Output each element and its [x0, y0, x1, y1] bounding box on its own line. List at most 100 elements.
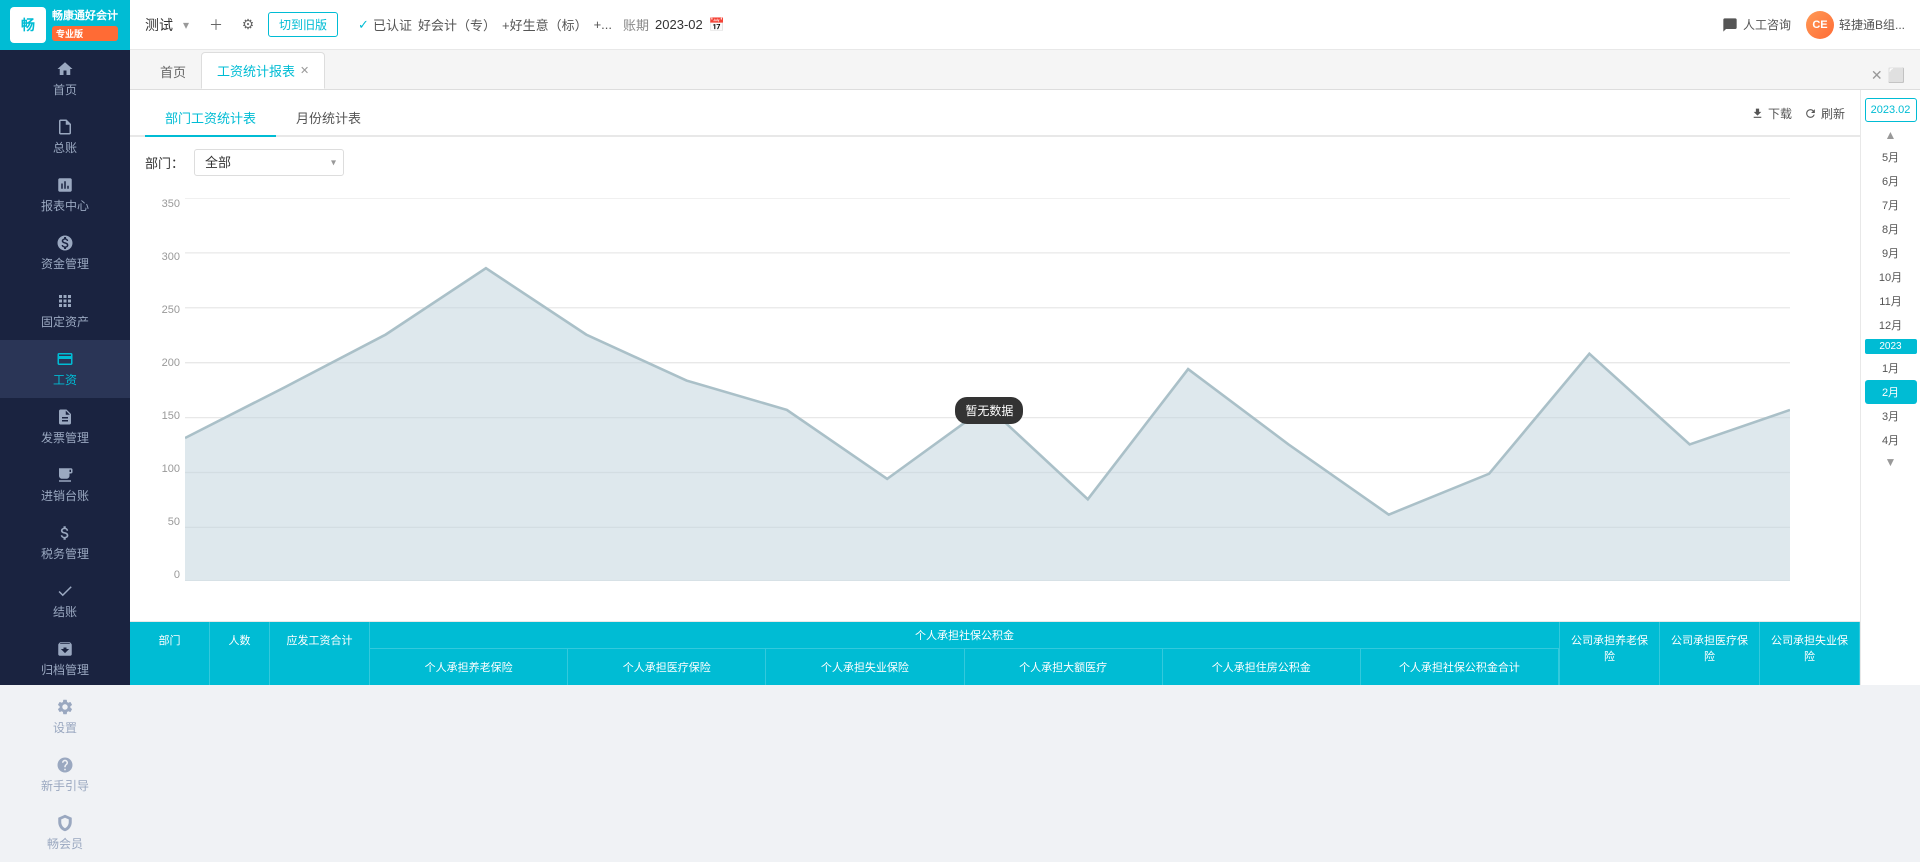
- panel-nav-down[interactable]: ▼: [1882, 452, 1900, 472]
- sidebar: 畅 畅康通好会计 专业版 首页 总账 报表中心 资金管理 固定资产 工资 发票管…: [0, 0, 130, 685]
- panel-close-icon[interactable]: ✕: [1871, 67, 1883, 84]
- th-total-salary: 应发工资合计: [270, 622, 370, 685]
- assets-icon: [56, 292, 74, 310]
- sidebar-item-vip[interactable]: 畅会员: [0, 804, 130, 862]
- reports-icon: [56, 176, 74, 194]
- month-12[interactable]: 12月: [1865, 313, 1917, 337]
- sidebar-item-invoice[interactable]: 发票管理: [0, 398, 130, 456]
- refresh-icon: [1804, 107, 1817, 120]
- tab-home[interactable]: 首页: [145, 54, 201, 89]
- user-avatar: CE: [1806, 11, 1834, 39]
- home-icon: [56, 60, 74, 78]
- y-label-300: 300: [162, 251, 180, 263]
- th-personal-pension: 个人承担养老保险: [370, 649, 568, 685]
- settings-topbar-button[interactable]: ⚙: [236, 13, 260, 37]
- sidebar-item-settings[interactable]: 设置: [0, 688, 130, 746]
- month-1[interactable]: 1月: [1865, 356, 1917, 380]
- line-chart-svg: [185, 198, 1790, 581]
- sidebar-item-funds[interactable]: 资金管理: [0, 224, 130, 282]
- refresh-button[interactable]: 刷新: [1804, 105, 1845, 122]
- switch-old-button[interactable]: 切到旧版: [268, 12, 338, 37]
- sidebar-label-checkout: 结账: [53, 603, 77, 620]
- topbar-actions: ＋ ⚙ 切到旧版: [204, 12, 338, 37]
- tab-close-icon[interactable]: ✕: [300, 64, 309, 77]
- dept-filter-label: 部门：: [145, 153, 184, 172]
- sub-tabs: 部门工资统计表 月份统计表 下载 刷新: [130, 90, 1860, 137]
- sidebar-item-archive[interactable]: 归档管理: [0, 630, 130, 688]
- month-11[interactable]: 11月: [1865, 289, 1917, 313]
- calendar-icon[interactable]: 📅: [709, 17, 725, 33]
- sidebar-label-home: 首页: [53, 81, 77, 98]
- sidebar-label-assets: 固定资产: [41, 313, 89, 330]
- month-3[interactable]: 3月: [1865, 404, 1917, 428]
- vip-icon: [56, 814, 74, 832]
- right-panel: 2023.02 ▲ 5月 6月 7月 8月 9月 10月 11月 12月 202…: [1860, 90, 1920, 685]
- invoice-icon: [56, 408, 74, 426]
- logo-text: 畅康通好会计: [52, 9, 118, 23]
- th-personal-total: 个人承担社保公积金合计: [1361, 649, 1559, 685]
- sidebar-item-home[interactable]: 首页: [0, 50, 130, 108]
- topbar-status: ✓ 已认证 好会计（专） +好生意（标） +... 账期 2023-02 📅: [358, 15, 725, 34]
- month-7[interactable]: 7月: [1865, 193, 1917, 217]
- sidebar-item-ledger[interactable]: 总账: [0, 108, 130, 166]
- panel-expand-icon[interactable]: ⬜: [1888, 67, 1905, 84]
- content-area: 部门工资统计表 月份统计表 下载 刷新 部: [130, 90, 1920, 685]
- sidebar-item-assets[interactable]: 固定资产: [0, 282, 130, 340]
- sidebar-label-settings: 设置: [53, 719, 77, 736]
- sidebar-label-guide: 新手引导: [41, 777, 89, 794]
- topbar-title: 测试: [145, 15, 173, 35]
- th-personal-housing: 个人承担住房公积金: [1163, 649, 1361, 685]
- sub-tab-month-label: 月份统计表: [296, 111, 361, 126]
- panel-nav-up[interactable]: ▲: [1882, 125, 1900, 145]
- help-icon: [1722, 17, 1738, 33]
- y-axis: 350 300 250 200 150 100 50 0: [145, 198, 180, 581]
- y-label-100: 100: [162, 463, 180, 475]
- check-icon: ✓: [358, 17, 369, 33]
- user-menu[interactable]: CE 轻捷通B组...: [1806, 11, 1905, 39]
- tax-icon: [56, 524, 74, 542]
- sub-tab-month[interactable]: 月份统计表: [276, 100, 381, 137]
- tab-salary-report[interactable]: 工资统计报表 ✕: [201, 52, 325, 89]
- download-button[interactable]: 下载: [1751, 105, 1792, 122]
- sub-tab-dept[interactable]: 部门工资统计表: [145, 100, 276, 137]
- tabbar: 首页 工资统计报表 ✕ ✕ ⬜: [130, 50, 1920, 90]
- sidebar-item-checkout[interactable]: 结账: [0, 572, 130, 630]
- dept-select-wrapper: 全部 财务部 销售部 技术部 ▾: [194, 149, 344, 176]
- tab-salary-label: 工资统计报表: [217, 61, 295, 80]
- y-label-150: 150: [162, 410, 180, 422]
- month-5[interactable]: 5月: [1865, 145, 1917, 169]
- month-10[interactable]: 10月: [1865, 265, 1917, 289]
- salary-icon: [56, 350, 74, 368]
- archive-icon: [56, 640, 74, 658]
- sidebar-item-reports[interactable]: 报表中心: [0, 166, 130, 224]
- settings-icon: [56, 698, 74, 716]
- month-8[interactable]: 8月: [1865, 217, 1917, 241]
- sidebar-item-inventory[interactable]: 进销台账: [0, 456, 130, 514]
- sidebar-item-tax[interactable]: 税务管理: [0, 514, 130, 572]
- sub-tab-actions: 下载 刷新: [1751, 100, 1845, 135]
- sidebar-label-tax: 税务管理: [41, 545, 89, 562]
- th-dept: 部门: [130, 622, 210, 685]
- download-icon: [1751, 107, 1764, 120]
- month-6[interactable]: 6月: [1865, 169, 1917, 193]
- th-group-cols: 个人承担养老保险 个人承担医疗保险 个人承担失业保险 个人承担大额医疗 个人承担…: [370, 649, 1559, 685]
- inventory-icon: [56, 466, 74, 484]
- sidebar-item-salary[interactable]: 工资: [0, 340, 130, 398]
- refresh-label: 刷新: [1821, 105, 1845, 122]
- sidebar-item-guide[interactable]: 新手引导: [0, 746, 130, 804]
- help-btn[interactable]: 人工咨询: [1722, 16, 1791, 33]
- sidebar-logo: 畅 畅康通好会计 专业版: [0, 0, 130, 50]
- download-label: 下载: [1768, 105, 1792, 122]
- y-label-350: 350: [162, 198, 180, 210]
- month-4[interactable]: 4月: [1865, 428, 1917, 452]
- tab-home-label: 首页: [160, 62, 186, 81]
- add-button[interactable]: ＋: [204, 13, 228, 37]
- dropdown-arrow-icon[interactable]: ▾: [183, 18, 189, 32]
- month-9[interactable]: 9月: [1865, 241, 1917, 265]
- content-main: 部门工资统计表 月份统计表 下载 刷新 部: [130, 90, 1860, 685]
- bottom-table: 部门 人数 应发工资合计 个人承担社保公积金 个人承担养老保险 个人承担医疗保险…: [130, 621, 1860, 685]
- sidebar-label-archive: 归档管理: [41, 661, 89, 678]
- month-2-active[interactable]: 2月: [1865, 380, 1917, 404]
- dept-select[interactable]: 全部 财务部 销售部 技术部: [194, 149, 344, 176]
- status-certified: 已认证: [373, 15, 412, 34]
